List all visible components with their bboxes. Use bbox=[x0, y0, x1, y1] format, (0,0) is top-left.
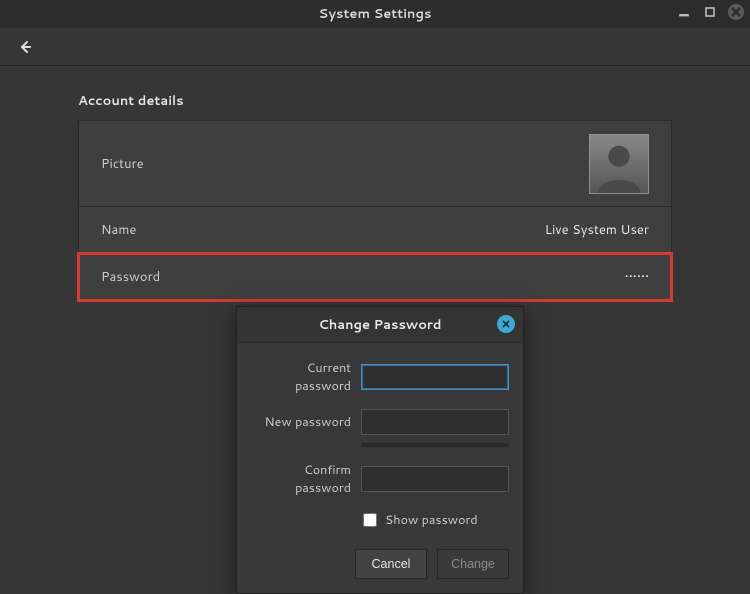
window-title: System Settings bbox=[319, 5, 432, 23]
confirm-password-input[interactable] bbox=[361, 466, 509, 492]
dialog-title: Change Password bbox=[318, 316, 441, 334]
change-password-dialog: Change Password Current password New pas… bbox=[236, 306, 524, 594]
name-value: Live System User bbox=[545, 221, 649, 239]
window-controls bbox=[676, 4, 744, 20]
maximize-button[interactable] bbox=[702, 4, 718, 20]
content-area: Account details Picture Name Live System… bbox=[0, 66, 750, 301]
dialog-close-button[interactable] bbox=[497, 315, 515, 333]
change-button[interactable]: Change bbox=[437, 549, 509, 579]
password-row[interactable]: Password •••••• bbox=[79, 254, 671, 300]
password-strength-bar bbox=[361, 443, 509, 447]
confirm-password-label: Confirm password bbox=[251, 461, 351, 497]
account-details-panel: Picture Name Live System User Password •… bbox=[78, 120, 672, 301]
dialog-header: Change Password bbox=[237, 307, 523, 343]
show-password-label: Show password bbox=[385, 511, 478, 529]
current-password-label: Current password bbox=[251, 359, 351, 395]
password-value: •••••• bbox=[625, 268, 649, 286]
avatar[interactable] bbox=[589, 134, 649, 194]
name-row[interactable]: Name Live System User bbox=[79, 207, 671, 254]
picture-row[interactable]: Picture bbox=[79, 121, 671, 207]
cancel-button[interactable]: Cancel bbox=[355, 549, 427, 579]
close-icon bbox=[728, 4, 744, 20]
arrow-left-icon bbox=[17, 39, 33, 55]
headerbar bbox=[0, 28, 750, 66]
new-password-row: New password bbox=[251, 409, 509, 435]
minimize-button[interactable] bbox=[676, 4, 692, 20]
confirm-password-row: Confirm password bbox=[251, 461, 509, 497]
avatar-placeholder-icon bbox=[590, 135, 648, 193]
titlebar: System Settings bbox=[0, 0, 750, 28]
maximize-icon bbox=[702, 4, 718, 20]
close-window-button[interactable] bbox=[728, 4, 744, 20]
name-label: Name bbox=[101, 221, 136, 239]
close-icon bbox=[502, 320, 510, 328]
minimize-icon bbox=[676, 4, 692, 20]
show-password-row: Show password bbox=[363, 511, 509, 529]
password-label: Password bbox=[101, 268, 160, 286]
dialog-actions: Cancel Change bbox=[237, 549, 523, 593]
new-password-label: New password bbox=[265, 413, 351, 431]
current-password-row: Current password bbox=[251, 359, 509, 395]
picture-label: Picture bbox=[101, 155, 144, 173]
new-password-input[interactable] bbox=[361, 409, 509, 435]
current-password-input[interactable] bbox=[361, 364, 509, 390]
dialog-body: Current password New password Confirm pa… bbox=[237, 343, 523, 549]
back-button[interactable] bbox=[10, 34, 40, 60]
show-password-checkbox[interactable] bbox=[363, 513, 377, 527]
section-title: Account details bbox=[78, 92, 672, 110]
